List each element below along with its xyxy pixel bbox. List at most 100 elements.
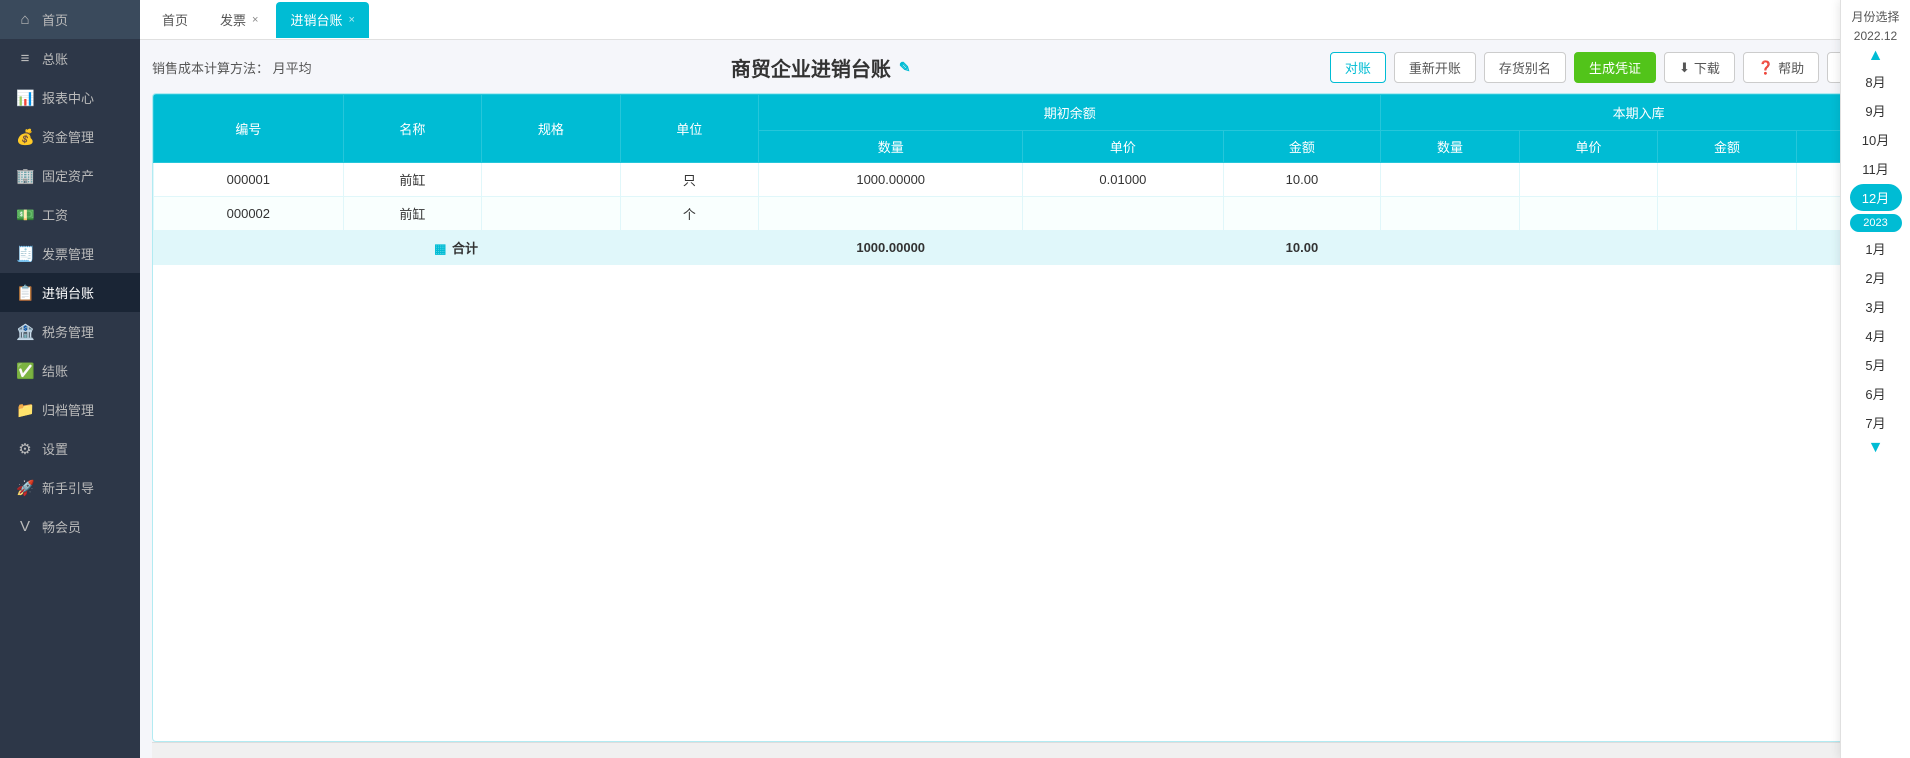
page-title-area: 商贸企业进销台账 ✎ bbox=[731, 53, 911, 82]
total-in-price bbox=[1519, 231, 1657, 265]
month-scroll-down[interactable]: ▼ bbox=[1868, 437, 1884, 459]
sidebar-label-home: 首页 bbox=[42, 10, 68, 29]
tab-invoice[interactable]: 发票 × bbox=[206, 2, 272, 38]
row2-period-qty bbox=[759, 197, 1023, 231]
funds-icon: 💰 bbox=[16, 128, 34, 146]
help-icon: ❓ bbox=[1758, 60, 1774, 76]
tab-invoice-label: 发票 bbox=[220, 10, 246, 29]
month-item-3[interactable]: 3月 bbox=[1850, 293, 1902, 320]
total-period-qty: 1000.00000 bbox=[759, 231, 1023, 265]
download-label: 下载 bbox=[1694, 58, 1720, 77]
tab-purchase-sale[interactable]: 进销台账 × bbox=[276, 2, 368, 38]
row2-spec bbox=[482, 197, 620, 231]
row2-name: 前缸 bbox=[343, 197, 481, 231]
purchase-sale-icon: 📋 bbox=[16, 284, 34, 302]
year-badge-2023: 2023 bbox=[1850, 214, 1902, 232]
sidebar-label-invoice: 发票管理 bbox=[42, 244, 94, 263]
col-header-name: 名称 bbox=[343, 95, 481, 163]
sidebar-label-guide: 新手引导 bbox=[42, 478, 94, 497]
sidebar-item-purchase-sale[interactable]: 📋 进销台账 bbox=[0, 273, 140, 312]
reconcile-button[interactable]: 对账 bbox=[1330, 52, 1386, 83]
salary-icon: 💵 bbox=[16, 206, 34, 224]
month-item-2[interactable]: 2月 bbox=[1850, 264, 1902, 291]
month-item-5[interactable]: 5月 bbox=[1850, 351, 1902, 378]
month-item-7[interactable]: 7月 bbox=[1850, 409, 1902, 436]
horizontal-scrollbar[interactable] bbox=[152, 742, 1898, 758]
row1-in-amount bbox=[1658, 163, 1796, 197]
tab-home[interactable]: 首页 bbox=[148, 2, 202, 38]
sidebar: ⌂ 首页 ≡ 总账 📊 报表中心 💰 资金管理 🏢 固定资产 💵 工资 🧾 发票… bbox=[0, 0, 140, 758]
sidebar-item-invoice[interactable]: 🧾 发票管理 bbox=[0, 234, 140, 273]
settings-icon: ⚙ bbox=[16, 440, 34, 458]
sidebar-label-vip: 畅会员 bbox=[42, 517, 81, 536]
month-panel-year-2022: 2022.12 bbox=[1854, 29, 1897, 43]
month-item-1[interactable]: 1月 bbox=[1850, 235, 1902, 262]
total-period-amount: 10.00 bbox=[1223, 231, 1381, 265]
col-sub-in-qty: 数量 bbox=[1381, 131, 1519, 163]
sidebar-item-vip[interactable]: V 畅会员 bbox=[0, 507, 140, 546]
total-label: 合计 bbox=[452, 241, 478, 256]
month-scroll-up[interactable]: ▲ bbox=[1868, 45, 1884, 67]
tab-purchase-sale-close[interactable]: × bbox=[348, 14, 354, 26]
sidebar-item-assets[interactable]: 🏢 固定资产 bbox=[0, 156, 140, 195]
sidebar-item-salary[interactable]: 💵 工资 bbox=[0, 195, 140, 234]
sidebar-label-reports: 报表中心 bbox=[42, 88, 94, 107]
sidebar-label-purchase-sale: 进销台账 bbox=[42, 283, 94, 302]
reports-icon: 📊 bbox=[16, 89, 34, 107]
tab-invoice-close[interactable]: × bbox=[252, 14, 258, 26]
sidebar-item-guide[interactable]: 🚀 新手引导 bbox=[0, 468, 140, 507]
download-button[interactable]: ⬇ 下载 bbox=[1664, 52, 1735, 83]
row2-id: 000002 bbox=[154, 197, 344, 231]
month-item-9[interactable]: 9月 bbox=[1850, 97, 1902, 124]
page-title: 商贸企业进销台账 bbox=[731, 53, 891, 82]
save-alias-label: 存货别名 bbox=[1499, 58, 1551, 77]
month-item-6[interactable]: 6月 bbox=[1850, 380, 1902, 407]
assets-icon: 🏢 bbox=[16, 167, 34, 185]
col-header-id: 编号 bbox=[154, 95, 344, 163]
page-content: 销售成本计算方法： 月平均 商贸企业进销台账 ✎ 对账 重新开账 存货别名 生成… bbox=[140, 40, 1910, 758]
month-panel-title: 月份选择 bbox=[1847, 8, 1903, 25]
ledger-icon: ≡ bbox=[16, 50, 34, 67]
row1-in-qty bbox=[1381, 163, 1519, 197]
data-table: 编号 名称 规格 单位 期初余额 本期入库 数量 单价 金额 数量 单价 金额 bbox=[153, 94, 1897, 265]
generate-voucher-button[interactable]: 生成凭证 bbox=[1574, 52, 1656, 83]
col-sub-period-qty: 数量 bbox=[759, 131, 1023, 163]
sidebar-item-funds[interactable]: 💰 资金管理 bbox=[0, 117, 140, 156]
reopen-button[interactable]: 重新开账 bbox=[1394, 52, 1476, 83]
month-item-10[interactable]: 10月 bbox=[1850, 126, 1902, 153]
month-item-11[interactable]: 11月 bbox=[1850, 155, 1902, 182]
archive-icon: 📁 bbox=[16, 401, 34, 419]
sidebar-item-ledger[interactable]: ≡ 总账 bbox=[0, 39, 140, 78]
table-row: 000002 前缸 个 bbox=[154, 197, 1897, 231]
generate-voucher-label: 生成凭证 bbox=[1589, 58, 1641, 77]
save-alias-button[interactable]: 存货别名 bbox=[1484, 52, 1566, 83]
row2-period-price bbox=[1023, 197, 1223, 231]
sidebar-item-settings[interactable]: ⚙ 设置 bbox=[0, 429, 140, 468]
guide-icon: 🚀 bbox=[16, 479, 34, 497]
total-icon: ▦ bbox=[434, 241, 446, 256]
col-sub-period-price: 单价 bbox=[1023, 131, 1223, 163]
row1-id: 000001 bbox=[154, 163, 344, 197]
tab-bar: 首页 发票 × 进销台账 × ⛶ ✕ bbox=[140, 0, 1910, 40]
sidebar-item-home[interactable]: ⌂ 首页 bbox=[0, 0, 140, 39]
row1-name: 前缸 bbox=[343, 163, 481, 197]
sidebar-item-archive[interactable]: 📁 归档管理 bbox=[0, 390, 140, 429]
reopen-label: 重新开账 bbox=[1409, 58, 1461, 77]
total-label-cell: ▦ 合计 bbox=[154, 231, 759, 265]
col-header-spec: 规格 bbox=[482, 95, 620, 163]
month-item-8[interactable]: 8月 bbox=[1850, 68, 1902, 95]
help-button[interactable]: ❓ 帮助 bbox=[1743, 52, 1819, 83]
closing-icon: ✅ bbox=[16, 362, 34, 380]
tab-home-label: 首页 bbox=[162, 10, 188, 29]
row2-in-qty bbox=[1381, 197, 1519, 231]
month-item-4[interactable]: 4月 bbox=[1850, 322, 1902, 349]
month-item-12[interactable]: 12月 bbox=[1850, 184, 1902, 211]
sidebar-label-archive: 归档管理 bbox=[42, 400, 94, 419]
sidebar-item-closing[interactable]: ✅ 结账 bbox=[0, 351, 140, 390]
sidebar-item-reports[interactable]: 📊 报表中心 bbox=[0, 78, 140, 117]
sidebar-label-closing: 结账 bbox=[42, 361, 68, 380]
row1-spec bbox=[482, 163, 620, 197]
row1-period-qty: 1000.00000 bbox=[759, 163, 1023, 197]
sidebar-item-tax[interactable]: 🏦 税务管理 bbox=[0, 312, 140, 351]
edit-title-icon[interactable]: ✎ bbox=[899, 59, 911, 76]
